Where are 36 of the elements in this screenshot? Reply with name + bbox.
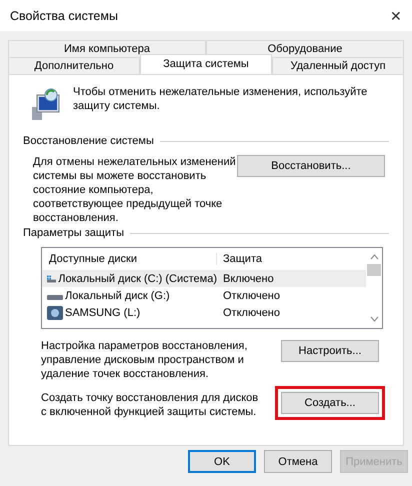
drive-icon: [47, 295, 63, 300]
system-drive-icon: [47, 272, 56, 284]
tab[interactable]: Оборудование: [206, 40, 404, 57]
protection-status: Отключено: [222, 306, 280, 318]
drive-row[interactable]: Локальный диск (C:) (Система) Включено: [42, 270, 366, 287]
dialog-button[interactable]: OK: [188, 450, 256, 473]
drive-row[interactable]: SAMSUNG (L:) Отключено: [42, 304, 366, 321]
scroll-down-icon[interactable]: [370, 316, 378, 322]
dialog-button[interactable]: Отмена: [264, 450, 332, 473]
drive-name: Локальный диск (C:) (Система): [58, 272, 217, 284]
group-title: Параметры защиты: [23, 227, 124, 239]
close-button[interactable]: ✕: [390, 8, 402, 24]
scroll-thumb[interactable]: [367, 264, 381, 276]
restore-button[interactable]: Восстановить...: [236, 155, 385, 177]
restore-description: Для отмены нежелательных изменений системы вы можете восстановить состояние компьютера, соответствующее предыдущей точке восстановления.: [33, 155, 237, 225]
action-description: Настройка параметров восстановления, управление дисковым пространством и удаление точек восстановления.: [41, 339, 248, 381]
column-header[interactable]: Доступные диски: [42, 253, 217, 265]
drive-name: Локальный диск (G:): [65, 290, 170, 302]
group-title: Восстановление системы: [23, 135, 154, 147]
protection-status: Отключено: [222, 290, 280, 302]
intro-text: Чтобы отменить нежелательные изменения, используйте защиту системы.: [73, 85, 368, 113]
tab[interactable]: Удаленный доступ: [272, 57, 404, 74]
tab[interactable]: Дополнительно: [8, 57, 140, 74]
scroll-up-icon[interactable]: [370, 254, 378, 260]
computer-icon: [31, 87, 61, 121]
column-header[interactable]: Защита: [217, 253, 262, 265]
action-button[interactable]: Создать...: [281, 392, 379, 414]
drive-name: SAMSUNG (L:): [65, 306, 140, 318]
usb-drive-icon: [47, 306, 63, 320]
tab[interactable]: Имя компьютера: [8, 40, 206, 57]
protection-status: Включено: [222, 272, 274, 284]
tab[interactable]: Защита системы: [140, 54, 272, 74]
drive-row[interactable]: Локальный диск (G:) Отключено: [42, 287, 366, 304]
action-button[interactable]: Настроить...: [281, 340, 379, 362]
window-title: Свойства системы: [10, 8, 118, 22]
action-description: Создать точку восстановления для дисков с включенной функцией защиты системы.: [41, 391, 260, 419]
